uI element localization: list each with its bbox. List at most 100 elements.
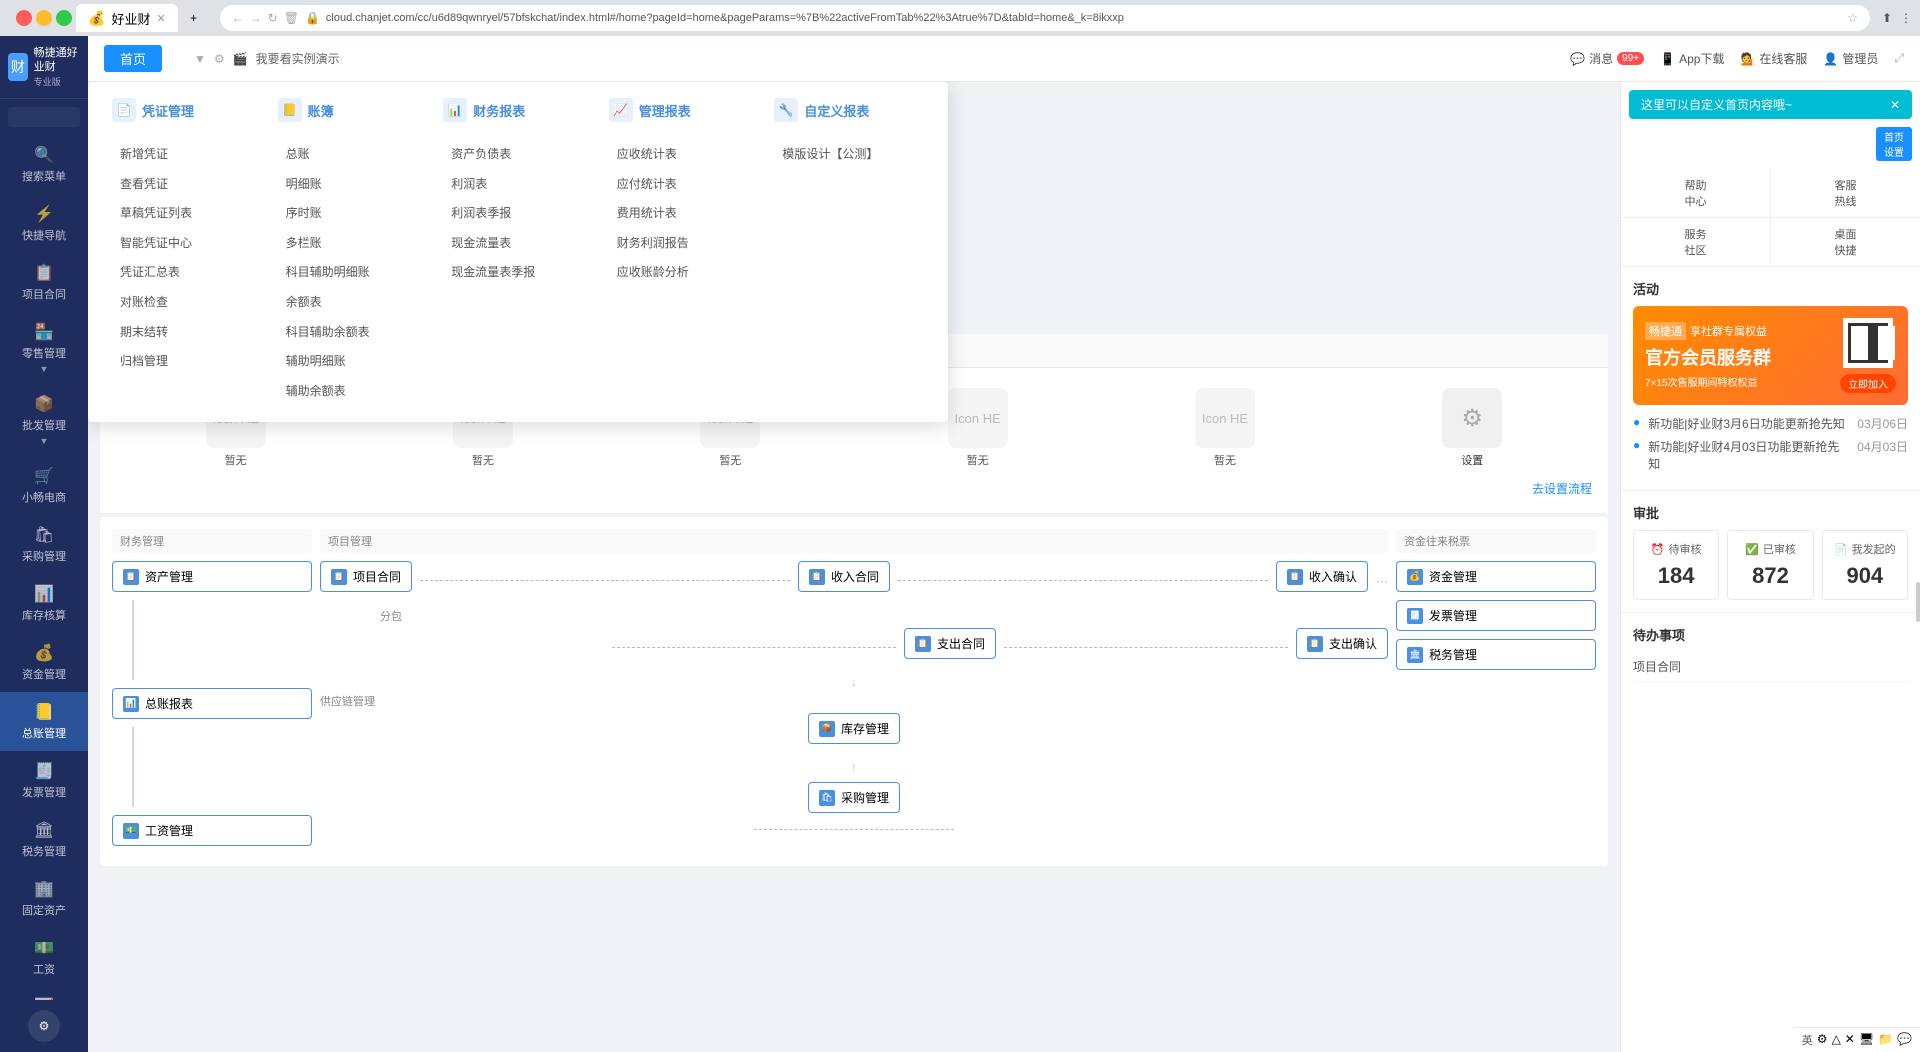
voucher-item-6[interactable]: 对账检查 xyxy=(112,288,262,318)
demo-icon: 🎬 xyxy=(233,52,248,66)
voucher-item-2[interactable]: 查看凭证 xyxy=(112,170,262,200)
menu-icon[interactable]: ⋮ xyxy=(1900,11,1912,25)
online-service-button[interactable]: 💁 在线客服 xyxy=(1740,50,1807,67)
sidebar-item-inventory[interactable]: 📊库存核算 xyxy=(0,574,88,633)
sidebar-item-icon-ledger: 📒 xyxy=(34,702,54,722)
nav-forward-icon[interactable]: → xyxy=(250,11,262,25)
mgmt-report-item-4[interactable]: 财务利润报告 xyxy=(609,229,759,259)
ledger-item-3[interactable]: 序时账 xyxy=(278,199,428,229)
sidebar-item-label-quick-nav: 快捷导航 xyxy=(22,227,66,243)
sidebar-item-search[interactable]: 🔍搜索菜单 xyxy=(0,135,88,194)
ledger-item-9[interactable]: 辅助余额表 xyxy=(278,377,428,407)
status-icon-3[interactable]: ✕ xyxy=(1845,1032,1855,1048)
status-icon-5[interactable]: 📁 xyxy=(1878,1032,1893,1048)
ledger-item-8[interactable]: 辅助明细账 xyxy=(278,347,428,377)
voucher-item-8[interactable]: 归档管理 xyxy=(112,347,262,377)
custom-report-item-1[interactable]: 模版设计【公测】 xyxy=(774,140,924,170)
voucher-item-1[interactable]: 新增凭证 xyxy=(112,140,262,170)
sidebar-item-icon-invoice: 🧾 xyxy=(34,761,54,781)
fin-report-item-5[interactable]: 现金流量表季报 xyxy=(443,258,593,288)
window-controls xyxy=(16,10,72,26)
sidebar-item-invoice[interactable]: 🧾发票管理 xyxy=(0,751,88,810)
ledger-item-4[interactable]: 多栏账 xyxy=(278,229,428,259)
ledger-item-7[interactable]: 科目辅助余额表 xyxy=(278,318,428,348)
reload-icon[interactable]: ↻ xyxy=(268,11,278,25)
dropdown-arrow-retail: ▼ xyxy=(40,364,49,374)
delete-icon[interactable]: 🗑 xyxy=(284,11,299,25)
fin-report-item-1[interactable]: 资产负债表 xyxy=(443,140,593,170)
status-icon-2[interactable]: △ xyxy=(1832,1032,1841,1048)
close-window-button[interactable] xyxy=(16,10,32,26)
app-download-button[interactable]: 📱 App下载 xyxy=(1660,50,1724,67)
top-bar: 首页 ▼ ⚙ 🎬 我要看实例演示 💬 消息 99+ 📱 App下载 💁 xyxy=(88,36,1920,82)
sidebar-item-icon-salary: 💵 xyxy=(34,938,54,958)
dropdown-columns: 📄 凭证管理 新增凭证 查看凭证 草稿凭证列表 智能凭证中心 凭证汇总表 对账检… xyxy=(104,98,932,406)
sidebar-item-icon-ecommerce: 🛒 xyxy=(34,466,54,486)
dropdown-overlay[interactable]: 📄 凭证管理 新增凭证 查看凭证 草稿凭证列表 智能凭证中心 凭证汇总表 对账检… xyxy=(88,82,1920,1052)
financial-report-category-title: 📊 财务报表 xyxy=(443,98,593,130)
translate-icon[interactable]: 英 xyxy=(1802,1032,1813,1048)
sidebar-item-tax[interactable]: 🏛税务管理 xyxy=(0,810,88,869)
sidebar-item-ledger[interactable]: 📒总账管理 xyxy=(0,692,88,751)
voucher-item-3[interactable]: 草稿凭证列表 xyxy=(112,199,262,229)
sidebar-item-salary[interactable]: 💵工资 xyxy=(0,928,88,987)
nav-back-icon[interactable]: ← xyxy=(232,11,244,25)
ledger-item-5[interactable]: 科目辅助明细账 xyxy=(278,258,428,288)
sidebar-item-wholesale[interactable]: 📦批发管理▼ xyxy=(0,384,88,456)
sidebar-item-label-purchase: 采购管理 xyxy=(22,548,66,564)
fin-report-item-4[interactable]: 现金流量表 xyxy=(443,229,593,259)
search-dropdown-icon[interactable]: ▼ xyxy=(194,52,206,66)
status-icon-1[interactable]: ⚙ xyxy=(1817,1032,1828,1048)
sidebar-item-finance[interactable]: 💰资金管理 xyxy=(0,633,88,692)
page-content: 📄 凭证管理 新增凭证 查看凭证 草稿凭证列表 智能凭证中心 凭证汇总表 对账检… xyxy=(88,82,1920,1052)
sidebar-item-operations[interactable]: 📈经营管理 xyxy=(0,987,88,1000)
sidebar-item-project-contract[interactable]: 📋项目合同 xyxy=(0,253,88,312)
sidebar-item-label-retail: 零售管理 xyxy=(22,345,66,361)
voucher-item-5[interactable]: 凭证汇总表 xyxy=(112,258,262,288)
sidebar-item-ecommerce[interactable]: 🛒小畅电商 xyxy=(0,456,88,515)
user-menu[interactable]: 👤 管理员 xyxy=(1823,50,1878,67)
new-tab-button[interactable]: + xyxy=(180,4,208,32)
custom-report-title: 自定义报表 xyxy=(804,101,869,120)
browser-tab-active[interactable]: 💰 好业财 ✕ xyxy=(76,4,178,32)
mgmt-report-item-5[interactable]: 应收账龄分析 xyxy=(609,258,759,288)
voucher-item-7[interactable]: 期末结转 xyxy=(112,318,262,348)
sidebar-item-label-finance: 资金管理 xyxy=(22,666,66,682)
mgmt-report-item-3[interactable]: 费用统计表 xyxy=(609,199,759,229)
tab-close-icon[interactable]: ✕ xyxy=(156,12,165,25)
fin-report-item-2[interactable]: 利润表 xyxy=(443,170,593,200)
expand-icon[interactable]: ⤢ xyxy=(1894,51,1904,66)
sidebar-gear-button[interactable]: ⚙ xyxy=(28,1010,60,1042)
custom-report-column: 🔧 自定义报表 模版设计【公测】 xyxy=(766,98,932,406)
settings-icon[interactable]: ⚙ xyxy=(214,52,225,66)
mgmt-report-item-1[interactable]: 应收统计表 xyxy=(609,140,759,170)
tab-home[interactable]: 首页 xyxy=(104,45,162,72)
sidebar: 财 畅捷通好业财 专业版 🔍搜索菜单⚡快捷导航📋项目合同🏪零售管理▼📦批发管理▼… xyxy=(0,36,88,1052)
demo-link[interactable]: 我要看实例演示 xyxy=(256,50,340,67)
sidebar-search-input[interactable] xyxy=(8,107,80,127)
voucher-item-4[interactable]: 智能凭证中心 xyxy=(112,229,262,259)
sidebar-item-quick-nav[interactable]: ⚡快捷导航 xyxy=(0,194,88,253)
minimize-window-button[interactable] xyxy=(36,10,52,26)
sidebar-item-purchase[interactable]: 🛍采购管理 xyxy=(0,515,88,574)
address-bar[interactable]: ← → ↻ 🗑 🔒 cloud.chanjet.com/cc/u6d89qwnr… xyxy=(220,5,1870,31)
main-content: 首页 ▼ ⚙ 🎬 我要看实例演示 💬 消息 99+ 📱 App下载 💁 xyxy=(88,36,1920,1052)
status-icon-4[interactable]: 🖥 xyxy=(1859,1032,1874,1048)
status-icon-6[interactable]: 💬 xyxy=(1897,1032,1912,1048)
financial-report-icon: 📊 xyxy=(443,98,467,122)
sidebar-item-fixed-assets[interactable]: 🏢固定资产 xyxy=(0,869,88,928)
message-button[interactable]: 💬 消息 99+ xyxy=(1570,50,1644,67)
sidebar-item-retail[interactable]: 🏪零售管理▼ xyxy=(0,312,88,384)
fin-report-item-3[interactable]: 利润表季报 xyxy=(443,199,593,229)
maximize-window-button[interactable] xyxy=(56,10,72,26)
voucher-icon: 📄 xyxy=(112,98,136,122)
bookmark-icon[interactable]: ☆ xyxy=(1847,11,1858,25)
sidebar-item-label-project-contract: 项目合同 xyxy=(22,286,66,302)
ledger-item-1[interactable]: 总账 xyxy=(278,140,428,170)
ledger-item-6[interactable]: 余额表 xyxy=(278,288,428,318)
url-text: cloud.chanjet.com/cc/u6d89qwnryel/57bfsk… xyxy=(326,12,1841,24)
logo-text: 畅捷通好业财 xyxy=(34,46,80,75)
ledger-item-2[interactable]: 明细账 xyxy=(278,170,428,200)
mgmt-report-item-2[interactable]: 应付统计表 xyxy=(609,170,759,200)
extension-icon[interactable]: ⬆ xyxy=(1882,11,1892,25)
